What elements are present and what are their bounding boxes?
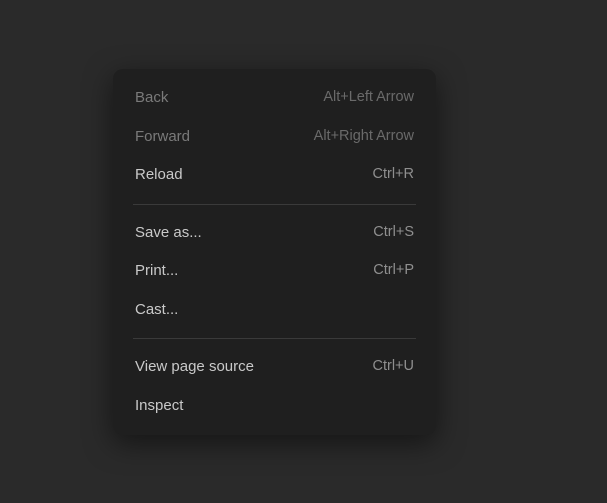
menu-item-shortcut: Ctrl+P [373, 260, 414, 282]
menu-item-print[interactable]: Print... Ctrl+P [113, 252, 436, 291]
menu-item-back[interactable]: Back Alt+Left Arrow [113, 79, 436, 118]
menu-item-label: Save as... [135, 222, 202, 245]
menu-item-label: Inspect [135, 395, 183, 418]
menu-item-shortcut: Ctrl+S [373, 222, 414, 244]
menu-item-label: Print... [135, 260, 178, 283]
menu-separator [133, 338, 416, 339]
menu-separator [133, 204, 416, 205]
menu-item-reload[interactable]: Reload Ctrl+R [113, 156, 436, 195]
menu-item-label: View page source [135, 356, 254, 379]
menu-item-label: Forward [135, 126, 190, 149]
menu-item-shortcut: Alt+Right Arrow [314, 126, 414, 148]
menu-item-label: Reload [135, 164, 183, 187]
menu-item-shortcut: Alt+Left Arrow [323, 87, 414, 109]
menu-item-view-source[interactable]: View page source Ctrl+U [113, 348, 436, 387]
menu-item-shortcut: Ctrl+U [373, 356, 415, 378]
menu-item-label: Back [135, 87, 168, 110]
menu-item-forward[interactable]: Forward Alt+Right Arrow [113, 118, 436, 157]
menu-item-shortcut: Ctrl+R [373, 164, 415, 186]
menu-item-cast[interactable]: Cast... [113, 291, 436, 330]
menu-item-inspect[interactable]: Inspect [113, 387, 436, 426]
context-menu: Back Alt+Left Arrow Forward Alt+Right Ar… [113, 69, 436, 435]
menu-item-save-as[interactable]: Save as... Ctrl+S [113, 214, 436, 253]
menu-item-label: Cast... [135, 299, 178, 322]
